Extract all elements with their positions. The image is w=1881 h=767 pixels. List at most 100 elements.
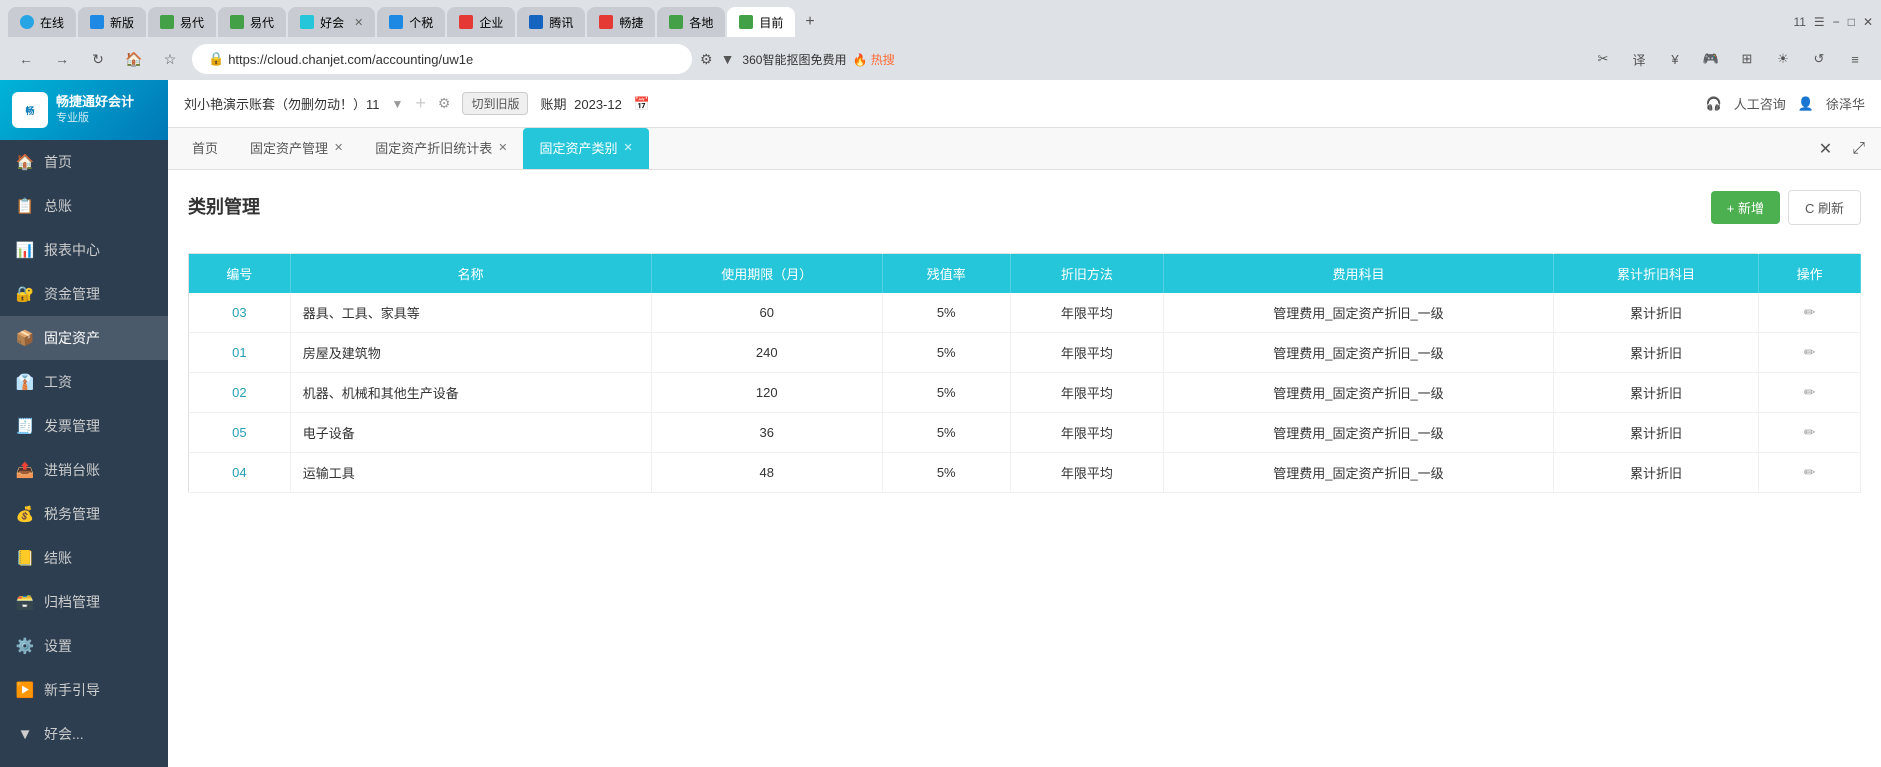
edit-icon-3[interactable]: ✏ [1804, 424, 1816, 440]
cell-edit-4[interactable]: ✏ [1759, 453, 1861, 493]
browser-tab-8[interactable]: 腾讯 [517, 7, 585, 37]
cell-edit-3[interactable]: ✏ [1759, 413, 1861, 453]
refresh-button[interactable]: C 刷新 [1788, 190, 1861, 225]
sidebar-item-fixed-assets[interactable]: 📦 固定资产 [0, 316, 168, 360]
sidebar-item-home[interactable]: 🏠 首页 [0, 140, 168, 184]
browser-tab-11[interactable]: 目前 [727, 7, 795, 37]
cell-edit-1[interactable]: ✏ [1759, 333, 1861, 373]
address-bar: ← → ↻ 🏠 ☆ 🔒 https://cloud.chanjet.com/ac… [0, 38, 1881, 80]
sidebar-item-more[interactable]: ▼ 好会... [0, 712, 168, 756]
cell-months-3: 36 [651, 413, 882, 453]
cell-accumulated-1: 累计折旧 [1553, 333, 1758, 373]
tab-home[interactable]: 首页 [176, 128, 234, 169]
cell-edit-2[interactable]: ✏ [1759, 373, 1861, 413]
browser-tab-7[interactable]: 企业 [447, 7, 515, 37]
switch-version-button[interactable]: 切到旧版 [462, 92, 528, 115]
edit-icon-4[interactable]: ✏ [1804, 464, 1816, 480]
expand-icon[interactable]: ▼ [721, 51, 735, 67]
forward-button[interactable]: → [48, 45, 76, 73]
browser-tab-9[interactable]: 畅捷 [587, 7, 655, 37]
more-icon: ▼ [16, 725, 34, 743]
sidebar-item-tax[interactable]: 💰 税务管理 [0, 492, 168, 536]
sidebar-item-inventory[interactable]: 📤 进销台账 [0, 448, 168, 492]
tab-bar: 在线 新版 易代 易代 好会 ✕ 个税 企业 腾讯 [0, 0, 1881, 38]
maximize-tab-button[interactable]: ⤢ [1844, 136, 1873, 162]
browser-tab-4[interactable]: 易代 [218, 7, 286, 37]
game-icon[interactable]: 🎮 [1697, 45, 1725, 73]
close-tab-button[interactable]: ✕ [1811, 135, 1840, 163]
sidebar-item-settle[interactable]: 📒 结账 [0, 536, 168, 580]
tab-category[interactable]: 固定资产类别 ✕ [523, 128, 648, 169]
support-label[interactable]: 人工咨询 [1734, 94, 1786, 113]
translate-icon[interactable]: 译 [1625, 45, 1653, 73]
tab-extra-controls: 11 ☰ − □ ✕ [1793, 15, 1873, 29]
tab-close-category[interactable]: ✕ [624, 141, 633, 154]
browser-tab-3[interactable]: 易代 [148, 7, 216, 37]
sidebar-item-funds[interactable]: 🔐 资金管理 [0, 272, 168, 316]
col-header-action: 操作 [1759, 254, 1861, 294]
cell-id-0[interactable]: 03 [189, 293, 291, 333]
cell-id-2[interactable]: 02 [189, 373, 291, 413]
add-button[interactable]: + 新增 [1711, 191, 1780, 224]
minimize-icon[interactable]: − [1833, 15, 1840, 29]
tab-depreciation[interactable]: 固定资产折旧统计表 ✕ [359, 128, 523, 169]
table-row: 04 运输工具 48 5% 年限平均 管理费用_固定资产折旧_一级 累计折旧 ✏ [189, 453, 1861, 493]
sidebar-item-payroll[interactable]: 👔 工资 [0, 360, 168, 404]
toolbar-actions: ✂ 译 ¥ 🎮 ⊞ ☀ ↺ ≡ [1589, 45, 1869, 73]
cell-id-4[interactable]: 04 [189, 453, 291, 493]
tab-close-depreciation[interactable]: ✕ [498, 141, 507, 154]
site-settings-icon[interactable]: ⚙ [700, 51, 713, 68]
browser-tab-1[interactable]: 在线 [8, 7, 76, 37]
home-button[interactable]: 🏠 [120, 45, 148, 73]
cell-id-1[interactable]: 01 [189, 333, 291, 373]
sidebar-item-settings[interactable]: ⚙️ 设置 [0, 624, 168, 668]
url-input[interactable]: 🔒 https://cloud.chanjet.com/accounting/u… [192, 44, 692, 74]
menu-icon[interactable]: ≡ [1841, 45, 1869, 73]
cell-accumulated-3: 累计折旧 [1553, 413, 1758, 453]
sidebar-item-ledger[interactable]: 📋 总账 [0, 184, 168, 228]
ledger-icon: 📋 [16, 197, 34, 215]
bookmark-button[interactable]: ☆ [156, 45, 184, 73]
cell-method-1: 年限平均 [1010, 333, 1164, 373]
cell-accumulated-4: 累计折旧 [1553, 453, 1758, 493]
grid-icon[interactable]: ⊞ [1733, 45, 1761, 73]
tab-menu-icon[interactable]: ☰ [1814, 15, 1825, 29]
add-account-button[interactable]: + [415, 93, 426, 114]
calendar-icon[interactable]: 📅 [634, 96, 650, 112]
sidebar-item-reports[interactable]: 📊 报表中心 [0, 228, 168, 272]
sidebar-item-invoices[interactable]: 🧾 发票管理 [0, 404, 168, 448]
edit-icon-2[interactable]: ✏ [1804, 384, 1816, 400]
sidebar-item-archive[interactable]: 🗃️ 归档管理 [0, 580, 168, 624]
sidebar-item-guide[interactable]: ▶️ 新手引导 [0, 668, 168, 712]
main-content: 刘小艳演示账套（勿删勿动！）11 ▼ + ⚙ 切到旧版 账期 2023-12 📅… [168, 80, 1881, 767]
tab-close-5[interactable]: ✕ [354, 16, 363, 29]
reload-button[interactable]: ↻ [84, 45, 112, 73]
undo-icon[interactable]: ↺ [1805, 45, 1833, 73]
tab-fixed-asset-mgmt[interactable]: 固定资产管理 ✕ [234, 128, 359, 169]
funds-icon: 🔐 [16, 285, 34, 303]
edit-icon-1[interactable]: ✏ [1804, 344, 1816, 360]
browser-tab-6[interactable]: 个税 [377, 7, 445, 37]
back-button[interactable]: ← [12, 45, 40, 73]
coin-icon[interactable]: ¥ [1661, 45, 1689, 73]
cell-edit-0[interactable]: ✏ [1759, 293, 1861, 333]
edit-icon-0[interactable]: ✏ [1804, 304, 1816, 320]
sun-icon[interactable]: ☀ [1769, 45, 1797, 73]
gear-settings-icon[interactable]: ⚙ [438, 95, 451, 112]
col-header-months: 使用期限（月） [651, 254, 882, 294]
sidebar-brand: 畅捷通好会计 专业版 [56, 94, 134, 125]
tab-controls: ✕ ⤢ [1811, 135, 1873, 163]
browser-tab-2[interactable]: 新版 [78, 7, 146, 37]
content-area: 类别管理 + 新增 C 刷新 编号 名称 使用期限（月） 残值率 折旧方法 费用… [168, 170, 1881, 767]
browser-tab-10[interactable]: 各地 [657, 7, 725, 37]
maximize-icon[interactable]: □ [1848, 15, 1855, 29]
header-right: 🎧 人工咨询 👤 徐泽华 [1706, 94, 1865, 113]
username-display: 徐泽华 [1826, 94, 1865, 113]
cut-icon[interactable]: ✂ [1589, 45, 1617, 73]
dropdown-arrow-icon[interactable]: ▼ [392, 97, 404, 111]
close-window-icon[interactable]: ✕ [1863, 15, 1873, 29]
tab-close-fixed-asset-mgmt[interactable]: ✕ [334, 141, 343, 154]
new-tab-button[interactable]: + [797, 9, 822, 35]
cell-id-3[interactable]: 05 [189, 413, 291, 453]
browser-tab-5[interactable]: 好会 ✕ [288, 7, 375, 37]
